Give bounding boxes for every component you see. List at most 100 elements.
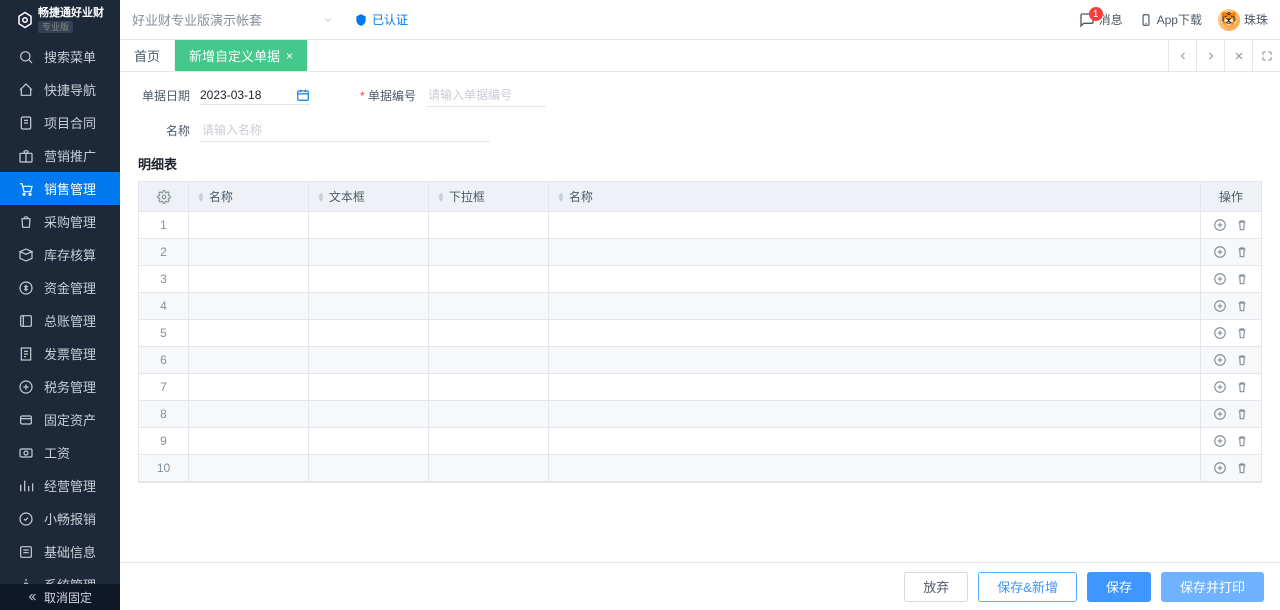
cell-dropdown[interactable] (429, 239, 549, 265)
add-row-icon[interactable] (1213, 434, 1227, 448)
cell-name1[interactable] (189, 401, 309, 427)
add-row-icon[interactable] (1213, 272, 1227, 286)
delete-row-icon[interactable] (1235, 272, 1249, 286)
add-row-icon[interactable] (1213, 407, 1227, 421)
cell-name2[interactable] (549, 320, 1201, 346)
add-row-icon[interactable] (1213, 299, 1227, 313)
tab-1[interactable]: 新增自定义单据× (175, 40, 308, 71)
date-input[interactable]: 2023-03-18 (200, 86, 310, 105)
table-row[interactable]: 2 (139, 239, 1261, 266)
close-icon[interactable]: × (286, 49, 293, 63)
cell-dropdown[interactable] (429, 212, 549, 238)
delete-row-icon[interactable] (1235, 461, 1249, 475)
col-name2[interactable]: ▲▼名称 (549, 182, 1201, 211)
table-row[interactable]: 9 (139, 428, 1261, 455)
cell-dropdown[interactable] (429, 293, 549, 319)
delete-row-icon[interactable] (1235, 218, 1249, 232)
sidebar-item-14[interactable]: 小畅报销 (0, 502, 120, 535)
cell-textbox[interactable] (309, 293, 429, 319)
cell-name1[interactable] (189, 455, 309, 481)
cell-name1[interactable] (189, 374, 309, 400)
cell-textbox[interactable] (309, 320, 429, 346)
cell-name2[interactable] (549, 347, 1201, 373)
cell-textbox[interactable] (309, 212, 429, 238)
sidebar-item-16[interactable]: 系统管理 (0, 568, 120, 584)
delete-row-icon[interactable] (1235, 299, 1249, 313)
cell-name1[interactable] (189, 239, 309, 265)
cell-name2[interactable] (549, 266, 1201, 292)
messages-link[interactable]: 1 消息 (1079, 11, 1123, 28)
cell-name1[interactable] (189, 212, 309, 238)
col-dropdown[interactable]: ▲▼下拉框 (429, 182, 549, 211)
tab-0[interactable]: 首页 (120, 40, 175, 71)
save-and-new-button[interactable]: 保存&新增 (978, 572, 1077, 602)
sidebar-item-5[interactable]: 采购管理 (0, 205, 120, 238)
sidebar-item-10[interactable]: 税务管理 (0, 370, 120, 403)
cell-name2[interactable] (549, 455, 1201, 481)
sidebar-item-2[interactable]: 项目合同 (0, 106, 120, 139)
cell-name1[interactable] (189, 428, 309, 454)
cell-name2[interactable] (549, 374, 1201, 400)
account-selector[interactable]: 好业财专业版演示帐套 (132, 10, 334, 29)
cell-name2[interactable] (549, 401, 1201, 427)
sidebar-item-4[interactable]: 销售管理 (0, 172, 120, 205)
cell-textbox[interactable] (309, 266, 429, 292)
save-and-print-button[interactable]: 保存并打印 (1161, 572, 1264, 602)
sidebar-item-15[interactable]: 基础信息 (0, 535, 120, 568)
cell-dropdown[interactable] (429, 347, 549, 373)
cell-name1[interactable] (189, 266, 309, 292)
table-row[interactable]: 3 (139, 266, 1261, 293)
delete-row-icon[interactable] (1235, 326, 1249, 340)
delete-row-icon[interactable] (1235, 245, 1249, 259)
table-row[interactable]: 8 (139, 401, 1261, 428)
user-menu[interactable]: 🐯 珠珠 (1218, 9, 1268, 31)
table-row[interactable]: 7 (139, 374, 1261, 401)
sidebar-item-11[interactable]: 固定资产 (0, 403, 120, 436)
tab-next[interactable] (1196, 40, 1224, 71)
cell-name2[interactable] (549, 428, 1201, 454)
cell-textbox[interactable] (309, 401, 429, 427)
cell-name2[interactable] (549, 293, 1201, 319)
col-name1[interactable]: ▲▼名称 (189, 182, 309, 211)
col-textbox[interactable]: ▲▼文本框 (309, 182, 429, 211)
cell-textbox[interactable] (309, 374, 429, 400)
fullscreen-toggle[interactable] (1252, 40, 1280, 71)
add-row-icon[interactable] (1213, 461, 1227, 475)
sidebar-item-13[interactable]: 经营管理 (0, 469, 120, 502)
cell-dropdown[interactable] (429, 266, 549, 292)
sidebar-item-3[interactable]: 营销推广 (0, 139, 120, 172)
sidebar-item-1[interactable]: 快捷导航 (0, 73, 120, 106)
name-input[interactable] (200, 119, 490, 142)
cell-dropdown[interactable] (429, 455, 549, 481)
cell-name1[interactable] (189, 347, 309, 373)
col-settings[interactable] (139, 182, 189, 211)
cell-dropdown[interactable] (429, 428, 549, 454)
cell-textbox[interactable] (309, 428, 429, 454)
cell-name1[interactable] (189, 320, 309, 346)
table-row[interactable]: 1 (139, 212, 1261, 239)
sidebar-item-9[interactable]: 发票管理 (0, 337, 120, 370)
sidebar-item-8[interactable]: 总账管理 (0, 304, 120, 337)
delete-row-icon[interactable] (1235, 434, 1249, 448)
cell-name1[interactable] (189, 293, 309, 319)
cell-name2[interactable] (549, 212, 1201, 238)
cell-dropdown[interactable] (429, 320, 549, 346)
sidebar-item-12[interactable]: 工资 (0, 436, 120, 469)
cell-textbox[interactable] (309, 239, 429, 265)
delete-row-icon[interactable] (1235, 380, 1249, 394)
save-button[interactable]: 保存 (1087, 572, 1151, 602)
tab-prev[interactable] (1168, 40, 1196, 71)
add-row-icon[interactable] (1213, 353, 1227, 367)
sidebar-item-0[interactable]: 搜索菜单 (0, 40, 120, 73)
sidebar-pin-toggle[interactable]: 取消固定 (0, 584, 120, 610)
table-row[interactable]: 10 (139, 455, 1261, 482)
delete-row-icon[interactable] (1235, 353, 1249, 367)
app-download-link[interactable]: App下载 (1139, 11, 1202, 28)
cell-dropdown[interactable] (429, 374, 549, 400)
add-row-icon[interactable] (1213, 245, 1227, 259)
table-row[interactable]: 5 (139, 320, 1261, 347)
sidebar-item-6[interactable]: 库存核算 (0, 238, 120, 271)
sidebar-item-7[interactable]: 资金管理 (0, 271, 120, 304)
tab-close-all[interactable] (1224, 40, 1252, 71)
cell-name2[interactable] (549, 239, 1201, 265)
